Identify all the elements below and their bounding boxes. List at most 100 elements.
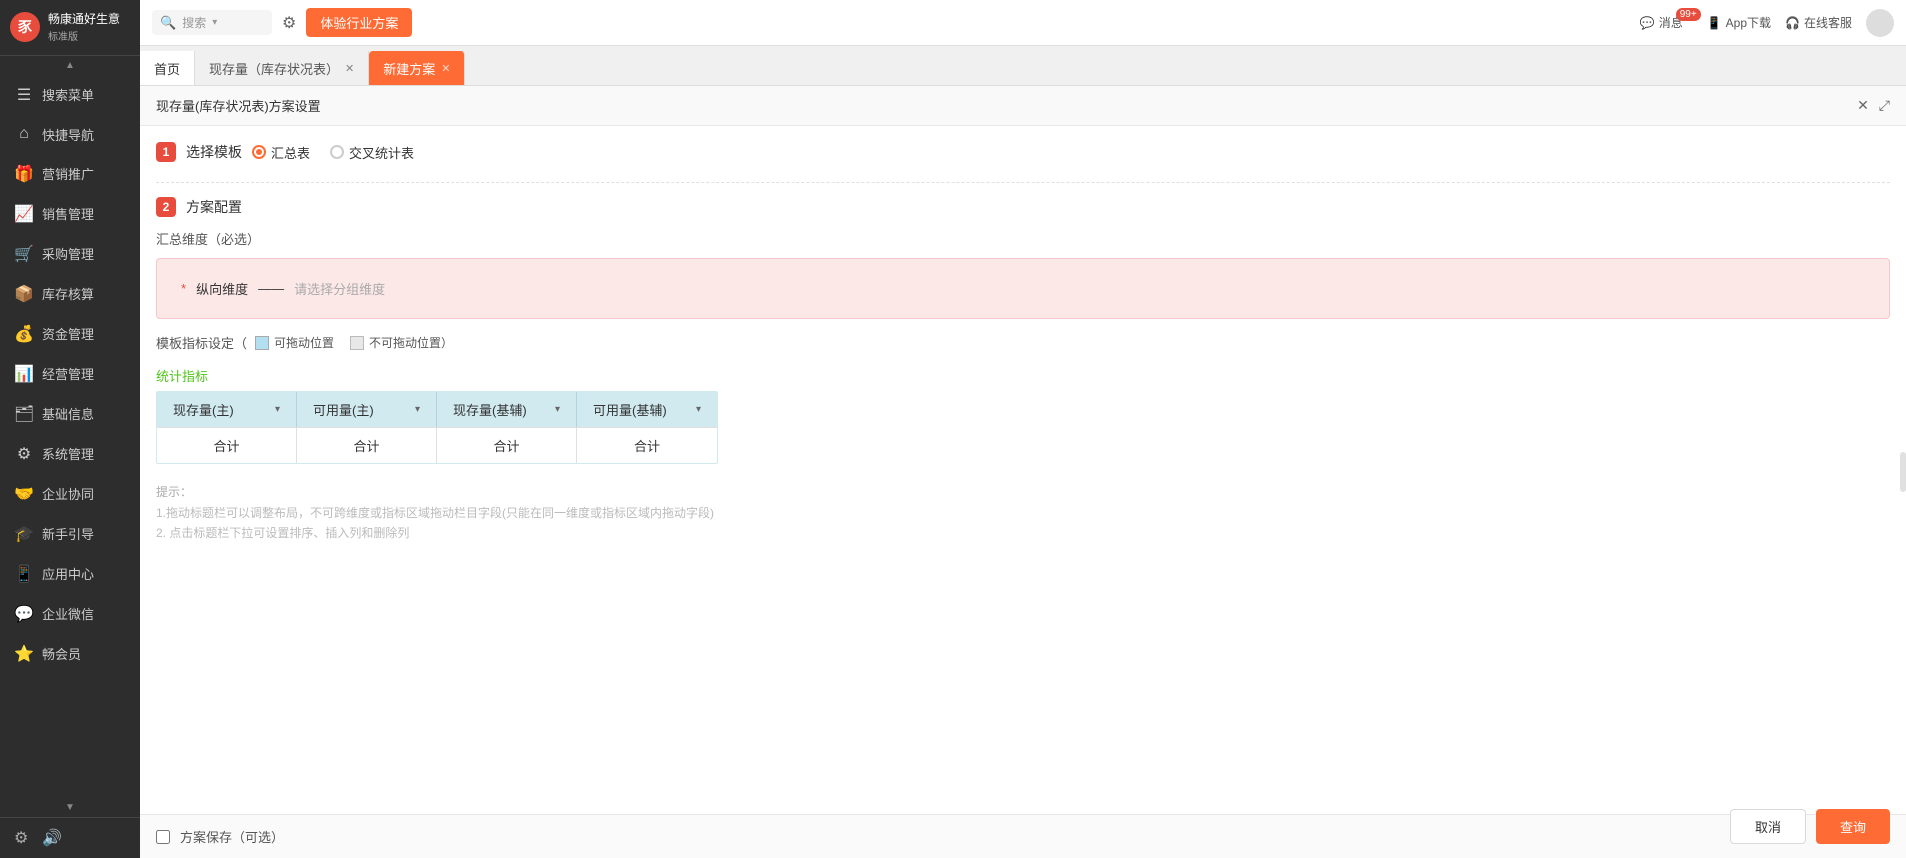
sidebar-item-members[interactable]: ⭐ 畅会员 xyxy=(0,634,140,674)
stats-section: 统计指标 现存量(主) ▾ 可用量(主) ▾ xyxy=(156,366,1890,467)
stats-col4-chevron-icon: ▾ xyxy=(696,404,701,415)
indicator-label: 模板指标设定（ 可拖动位置 不可拖动位置） xyxy=(156,333,1890,352)
stats-col3-header-label: 现存量(基辅) xyxy=(453,400,527,419)
resize-handle[interactable] xyxy=(1900,452,1906,492)
sidebar-item-enterprise[interactable]: 🤝 企业协同 xyxy=(0,474,140,514)
tab-new-plan-label: 新建方案 xyxy=(383,59,435,78)
stats-table-body: 合计 合计 合计 合计 xyxy=(157,427,717,463)
search-box[interactable]: 🔍 搜索 ▾ xyxy=(152,10,272,35)
panel: 现存量(库存状况表)方案设置 ✕ ⤢ 1 选择模板 xyxy=(140,86,1906,858)
sidebar-item-label-basic-info: 基础信息 xyxy=(42,404,94,423)
sidebar-item-inventory[interactable]: 📦 库存核算 xyxy=(0,274,140,314)
app-download-action[interactable]: 📱 App下载 xyxy=(1707,14,1771,31)
step2-header: 2 方案配置 xyxy=(156,197,1890,217)
sidebar-item-operations[interactable]: 📊 经营管理 xyxy=(0,354,140,394)
template-radio-group: 汇总表 交叉统计表 xyxy=(252,143,414,162)
online-service-action[interactable]: 🎧 在线客服 xyxy=(1785,14,1852,31)
query-button[interactable]: 查询 xyxy=(1816,809,1890,844)
online-service-label: 在线客服 xyxy=(1804,14,1852,31)
app-center-icon: 📱 xyxy=(14,564,34,584)
radio-summary-circle xyxy=(252,145,266,159)
stats-col-header-4[interactable]: 可用量(基辅) ▾ xyxy=(577,392,717,427)
stats-col2-chevron-icon: ▾ xyxy=(415,404,420,415)
save-label: 方案保存（可选） xyxy=(180,827,284,846)
tab-inventory-close-icon[interactable]: ✕ xyxy=(345,62,354,75)
panel-title: 现存量(库存状况表)方案设置 xyxy=(156,96,321,115)
sidebar-item-basic-info[interactable]: 🗂 基础信息 xyxy=(0,394,140,434)
sidebar-scroll-down[interactable]: ▼ xyxy=(0,798,140,817)
basic-info-icon: 🗂 xyxy=(14,404,34,424)
sidebar-item-search-menu[interactable]: ☰ 搜索菜单 xyxy=(0,75,140,115)
step1-title: 选择模板 xyxy=(186,142,242,162)
tab-inventory-status-label: 现存量（库存状况表） xyxy=(209,59,339,78)
sidebar-item-finance[interactable]: 💰 资金管理 xyxy=(0,314,140,354)
expand-icon[interactable]: ⤢ xyxy=(1879,97,1890,114)
sidebar-item-guide[interactable]: 🎓 新手引导 xyxy=(0,514,140,554)
tab-inventory-status[interactable]: 现存量（库存状况表） ✕ xyxy=(195,51,369,85)
panel-body: 1 选择模板 汇总表 交叉统计表 xyxy=(140,126,1906,814)
speaker-icon[interactable]: 🔊 xyxy=(42,828,62,848)
indicator-settings: 模板指标设定（ 可拖动位置 不可拖动位置） xyxy=(156,333,1890,352)
panel-header-icons: ✕ ⤢ xyxy=(1857,97,1890,114)
sidebar-item-label-wechat: 企业微信 xyxy=(42,604,94,623)
quick-nav-icon: ⌂ xyxy=(14,125,34,143)
radio-summary-label: 汇总表 xyxy=(271,143,310,162)
sidebar-item-sales[interactable]: 📈 销售管理 xyxy=(0,194,140,234)
stats-col-header-3[interactable]: 现存量(基辅) ▾ xyxy=(437,392,577,427)
divider1 xyxy=(156,182,1890,183)
top-bar-actions: 💬 消息 99+ 📱 App下载 🎧 在线客服 xyxy=(1640,9,1894,37)
save-checkbox[interactable] xyxy=(156,830,170,844)
dimension-placeholder[interactable]: 请选择分组维度 xyxy=(294,279,385,298)
tab-home[interactable]: 首页 xyxy=(140,51,195,85)
sidebar-item-marketing[interactable]: 🎁 营销推广 xyxy=(0,154,140,194)
sidebar-item-label-inventory: 库存核算 xyxy=(42,284,94,303)
sidebar-item-purchase[interactable]: 🛒 采购管理 xyxy=(0,234,140,274)
operations-icon: 📊 xyxy=(14,364,34,384)
indicator-legend: 可拖动位置 不可拖动位置） xyxy=(255,334,453,351)
user-avatar[interactable] xyxy=(1866,9,1894,37)
sidebar-item-label-operations: 经营管理 xyxy=(42,364,94,383)
stats-col-body-3: 合计 xyxy=(437,427,577,463)
sidebar-item-label-members: 畅会员 xyxy=(42,644,81,663)
cancel-button[interactable]: 取消 xyxy=(1730,809,1806,844)
settings-icon[interactable]: ⚙ xyxy=(14,828,28,848)
tab-bar: 首页 现存量（库存状况表） ✕ 新建方案 ✕ xyxy=(140,46,1906,86)
trial-btn[interactable]: 体验行业方案 xyxy=(306,8,412,37)
members-icon: ⭐ xyxy=(14,644,34,664)
message-action[interactable]: 💬 消息 99+ xyxy=(1640,14,1693,31)
step1-badge: 1 xyxy=(156,142,176,162)
app-download-label: App下载 xyxy=(1726,14,1771,31)
step2-section: 2 方案配置 汇总维度（必选） * 纵向维度 —— 请选择分组维度 xyxy=(156,197,1890,541)
legend-draggable: 可拖动位置 xyxy=(255,334,334,351)
gear-icon[interactable]: ⚙ xyxy=(282,13,296,33)
chevron-down-icon: ▾ xyxy=(212,17,217,28)
main-area: 🔍 搜索 ▾ ⚙ 体验行业方案 💬 消息 99+ 📱 App下载 🎧 在线客服 xyxy=(140,0,1906,858)
step1-header: 1 选择模板 汇总表 交叉统计表 xyxy=(156,142,1890,162)
stats-col1-chevron-icon: ▾ xyxy=(275,404,280,415)
close-icon[interactable]: ✕ xyxy=(1857,97,1869,114)
sidebar-item-label-app-center: 应用中心 xyxy=(42,564,94,583)
tab-new-plan[interactable]: 新建方案 ✕ xyxy=(369,51,465,85)
message-icon: 💬 xyxy=(1640,16,1655,30)
sidebar-scroll-up[interactable]: ▲ xyxy=(0,56,140,75)
dimension-field-label: 纵向维度 xyxy=(196,279,248,298)
radio-cross-label: 交叉统计表 xyxy=(349,143,414,162)
sidebar-item-label-system: 系统管理 xyxy=(42,444,94,463)
sidebar-item-quick-nav[interactable]: ⌂ 快捷导航 xyxy=(0,115,140,154)
stats-col-header-1[interactable]: 现存量(主) ▾ xyxy=(157,392,297,427)
purchase-icon: 🛒 xyxy=(14,244,34,264)
system-icon: ⚙ xyxy=(14,444,34,464)
radio-summary[interactable]: 汇总表 xyxy=(252,143,310,162)
search-icon: 🔍 xyxy=(160,15,176,31)
legend-draggable-box xyxy=(255,336,269,350)
panel-footer: 方案保存（可选） xyxy=(140,814,1906,858)
sidebar-item-wechat[interactable]: 💬 企业微信 xyxy=(0,594,140,634)
action-buttons: 取消 查询 xyxy=(1730,809,1890,844)
radio-cross[interactable]: 交叉统计表 xyxy=(330,143,414,162)
sidebar-nav: ☰ 搜索菜单 ⌂ 快捷导航 🎁 营销推广 📈 销售管理 🛒 采购管理 📦 库存核… xyxy=(0,75,140,798)
stats-col-header-2[interactable]: 可用量(主) ▾ xyxy=(297,392,437,427)
sidebar-item-system[interactable]: ⚙ 系统管理 xyxy=(0,434,140,474)
sidebar-item-app-center[interactable]: 📱 应用中心 xyxy=(0,554,140,594)
tab-new-plan-close-icon[interactable]: ✕ xyxy=(441,62,450,75)
guide-icon: 🎓 xyxy=(14,524,34,544)
